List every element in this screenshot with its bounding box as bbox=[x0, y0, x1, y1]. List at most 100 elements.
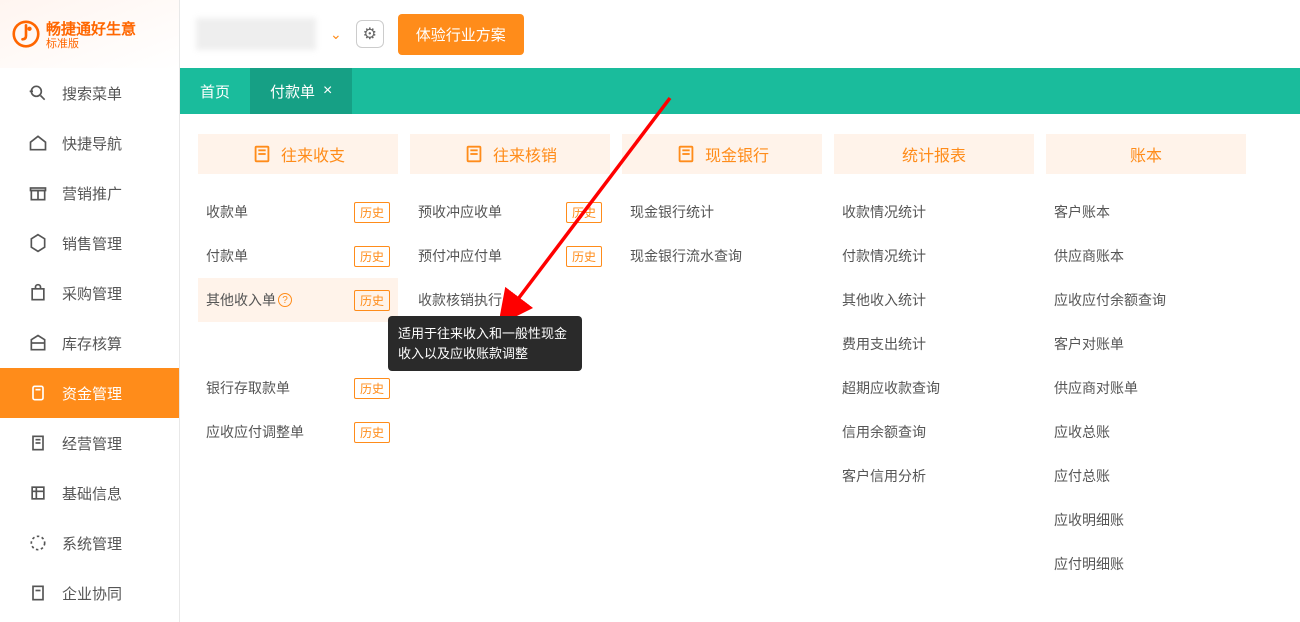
main-area: ⌄ ⚙ 体验行业方案 首页付款单× 往来收支收款单历史付款单历史其他收入单?历史… bbox=[180, 0, 1300, 622]
menu-item-label: 应收总账 bbox=[1054, 422, 1110, 442]
menu-item-label: 收款单 bbox=[206, 202, 248, 222]
sidebar-item-home[interactable]: 快捷导航 bbox=[0, 118, 179, 168]
menu-item-label: 现金银行统计 bbox=[630, 202, 714, 222]
sidebar-item-label: 快捷导航 bbox=[62, 133, 122, 154]
menu-item[interactable]: 信用余额查询 bbox=[834, 410, 1034, 454]
history-tag[interactable]: 历史 bbox=[354, 290, 390, 311]
menu-item[interactable]: 客户账本 bbox=[1046, 190, 1246, 234]
sidebar-item-label: 基础信息 bbox=[62, 483, 122, 504]
menu-item-label: 付款情况统计 bbox=[842, 246, 926, 266]
menu-item[interactable]: 其他收入单? 历史 bbox=[198, 278, 398, 322]
history-tag[interactable]: 历史 bbox=[566, 202, 602, 223]
biz-icon bbox=[28, 433, 48, 453]
sidebar-item-label: 企业协同 bbox=[62, 583, 122, 604]
menu-item[interactable]: 应收应付调整单 历史 bbox=[198, 410, 398, 454]
column-items: 客户账本供应商账本应收应付余额查询客户对账单供应商对账单应收总账应付总账应收明细… bbox=[1046, 190, 1246, 586]
menu-item[interactable]: 应付总账 bbox=[1046, 454, 1246, 498]
tab-label: 首页 bbox=[200, 81, 230, 102]
menu-item[interactable]: 客户信用分析 bbox=[834, 454, 1034, 498]
column-title: 往来核销 bbox=[493, 142, 557, 166]
corp-icon bbox=[28, 583, 48, 603]
menu-column: 统计报表收款情况统计付款情况统计其他收入统计费用支出统计超期应收款查询信用余额查… bbox=[834, 134, 1034, 602]
menu-item-label: 收款情况统计 bbox=[842, 202, 926, 222]
logo-area: 畅捷通好生意 标准版 bbox=[0, 0, 179, 68]
menu-item[interactable]: 费用支出统计 bbox=[834, 322, 1034, 366]
sidebar-item-system[interactable]: 系统管理 bbox=[0, 518, 179, 568]
base-icon bbox=[28, 483, 48, 503]
column-header-icon bbox=[463, 143, 485, 165]
tab[interactable]: 付款单× bbox=[250, 68, 352, 114]
menu-item-label: 客户账本 bbox=[1054, 202, 1110, 222]
menu-item[interactable]: 超期应收款查询 bbox=[834, 366, 1034, 410]
menu-item-label: 信用余额查询 bbox=[842, 422, 926, 442]
column-title: 统计报表 bbox=[902, 142, 966, 166]
history-tag[interactable]: 历史 bbox=[566, 246, 602, 267]
settings-gear-icon[interactable]: ⚙ bbox=[356, 20, 384, 48]
menu-item[interactable]: 应收明细账 bbox=[1046, 498, 1246, 542]
sidebar-item-funds[interactable]: 资金管理 bbox=[0, 368, 179, 418]
sidebar: 畅捷通好生意 标准版 搜索菜单快捷导航营销推广销售管理采购管理库存核算资金管理经… bbox=[0, 0, 180, 622]
menu-column: 现金银行现金银行统计现金银行流水查询 bbox=[622, 134, 822, 602]
column-title: 往来收支 bbox=[281, 142, 345, 166]
sidebar-item-stock[interactable]: 库存核算 bbox=[0, 318, 179, 368]
menu-item[interactable]: 付款情况统计 bbox=[834, 234, 1034, 278]
brand-logo-icon bbox=[12, 20, 40, 48]
history-tag[interactable]: 历史 bbox=[354, 202, 390, 223]
tab-close-icon[interactable]: × bbox=[323, 82, 332, 100]
menu-item[interactable]: 客户对账单 bbox=[1046, 322, 1246, 366]
menu-item-label: 其他收入单? bbox=[206, 290, 292, 310]
sidebar-item-purchase[interactable]: 采购管理 bbox=[0, 268, 179, 318]
menu-item-label: 其他收入统计 bbox=[842, 290, 926, 310]
sidebar-item-sales[interactable]: 销售管理 bbox=[0, 218, 179, 268]
sidebar-item-gift[interactable]: 营销推广 bbox=[0, 168, 179, 218]
menu-item-label: 应付明细账 bbox=[1054, 554, 1124, 574]
menu-item[interactable]: 现金银行流水查询 bbox=[622, 234, 822, 278]
menu-item[interactable]: 应付明细账 bbox=[1046, 542, 1246, 586]
help-icon[interactable]: ? bbox=[278, 293, 292, 307]
menu-item[interactable]: 现金银行统计 bbox=[622, 190, 822, 234]
column-items: 收款单历史付款单历史其他收入单?历史历史银行存取款单历史应收应付调整单历史 bbox=[198, 190, 398, 454]
system-icon bbox=[28, 533, 48, 553]
menu-item[interactable]: 银行存取款单 历史 bbox=[198, 366, 398, 410]
sidebar-item-corp[interactable]: 企业协同 bbox=[0, 568, 179, 618]
history-tag[interactable]: 历史 bbox=[354, 422, 390, 443]
menu-item[interactable]: 付款单历史 bbox=[198, 234, 398, 278]
menu-item[interactable]: 预付冲应付单历史 bbox=[410, 234, 610, 278]
column-header: 统计报表 bbox=[834, 134, 1034, 174]
column-header: 往来核销 bbox=[410, 134, 610, 174]
menu-item[interactable]: 收款情况统计 bbox=[834, 190, 1034, 234]
menu-column: 往来收支收款单历史付款单历史其他收入单?历史历史银行存取款单历史应收应付调整单历… bbox=[198, 134, 398, 602]
column-title: 现金银行 bbox=[705, 142, 769, 166]
menu-item-label: 应收明细账 bbox=[1054, 510, 1124, 530]
menu-item[interactable]: 应收总账 bbox=[1046, 410, 1246, 454]
menu-item-label: 应收应付调整单 bbox=[206, 422, 304, 442]
menu-item-label: 供应商账本 bbox=[1054, 246, 1124, 266]
topbar: ⌄ ⚙ 体验行业方案 bbox=[180, 0, 1300, 68]
sidebar-item-biz[interactable]: 经营管理 bbox=[0, 418, 179, 468]
menu-item[interactable]: 预收冲应收单历史 bbox=[410, 190, 610, 234]
menu-item-label: 客户信用分析 bbox=[842, 466, 926, 486]
menu-item-label: 客户对账单 bbox=[1054, 334, 1124, 354]
purchase-icon bbox=[28, 283, 48, 303]
search-icon bbox=[28, 83, 48, 103]
tab[interactable]: 首页 bbox=[180, 68, 250, 114]
gift-icon bbox=[28, 183, 48, 203]
sidebar-item-base[interactable]: 基础信息 bbox=[0, 468, 179, 518]
menu-item-label: 银行存取款单 bbox=[206, 378, 290, 398]
sidebar-item-search[interactable]: 搜索菜单 bbox=[0, 68, 179, 118]
nav-list: 搜索菜单快捷导航营销推广销售管理采购管理库存核算资金管理经营管理基础信息系统管理… bbox=[0, 68, 179, 622]
org-dropdown-caret-icon[interactable]: ⌄ bbox=[330, 26, 342, 43]
menu-item[interactable]: 其他收入统计 bbox=[834, 278, 1034, 322]
history-tag[interactable]: 历史 bbox=[354, 246, 390, 267]
menu-item[interactable]: 供应商账本 bbox=[1046, 234, 1246, 278]
column-items: 现金银行统计现金银行流水查询 bbox=[622, 190, 822, 278]
history-tag[interactable]: 历史 bbox=[354, 378, 390, 399]
sales-icon bbox=[28, 233, 48, 253]
menu-item-label: 供应商对账单 bbox=[1054, 378, 1138, 398]
sidebar-item-label: 采购管理 bbox=[62, 283, 122, 304]
menu-item[interactable]: 收款单 历史 bbox=[198, 190, 398, 234]
menu-item-label: 超期应收款查询 bbox=[842, 378, 940, 398]
menu-item[interactable]: 供应商对账单 bbox=[1046, 366, 1246, 410]
cta-button[interactable]: 体验行业方案 bbox=[398, 14, 524, 55]
menu-item[interactable]: 应收应付余额查询 bbox=[1046, 278, 1246, 322]
